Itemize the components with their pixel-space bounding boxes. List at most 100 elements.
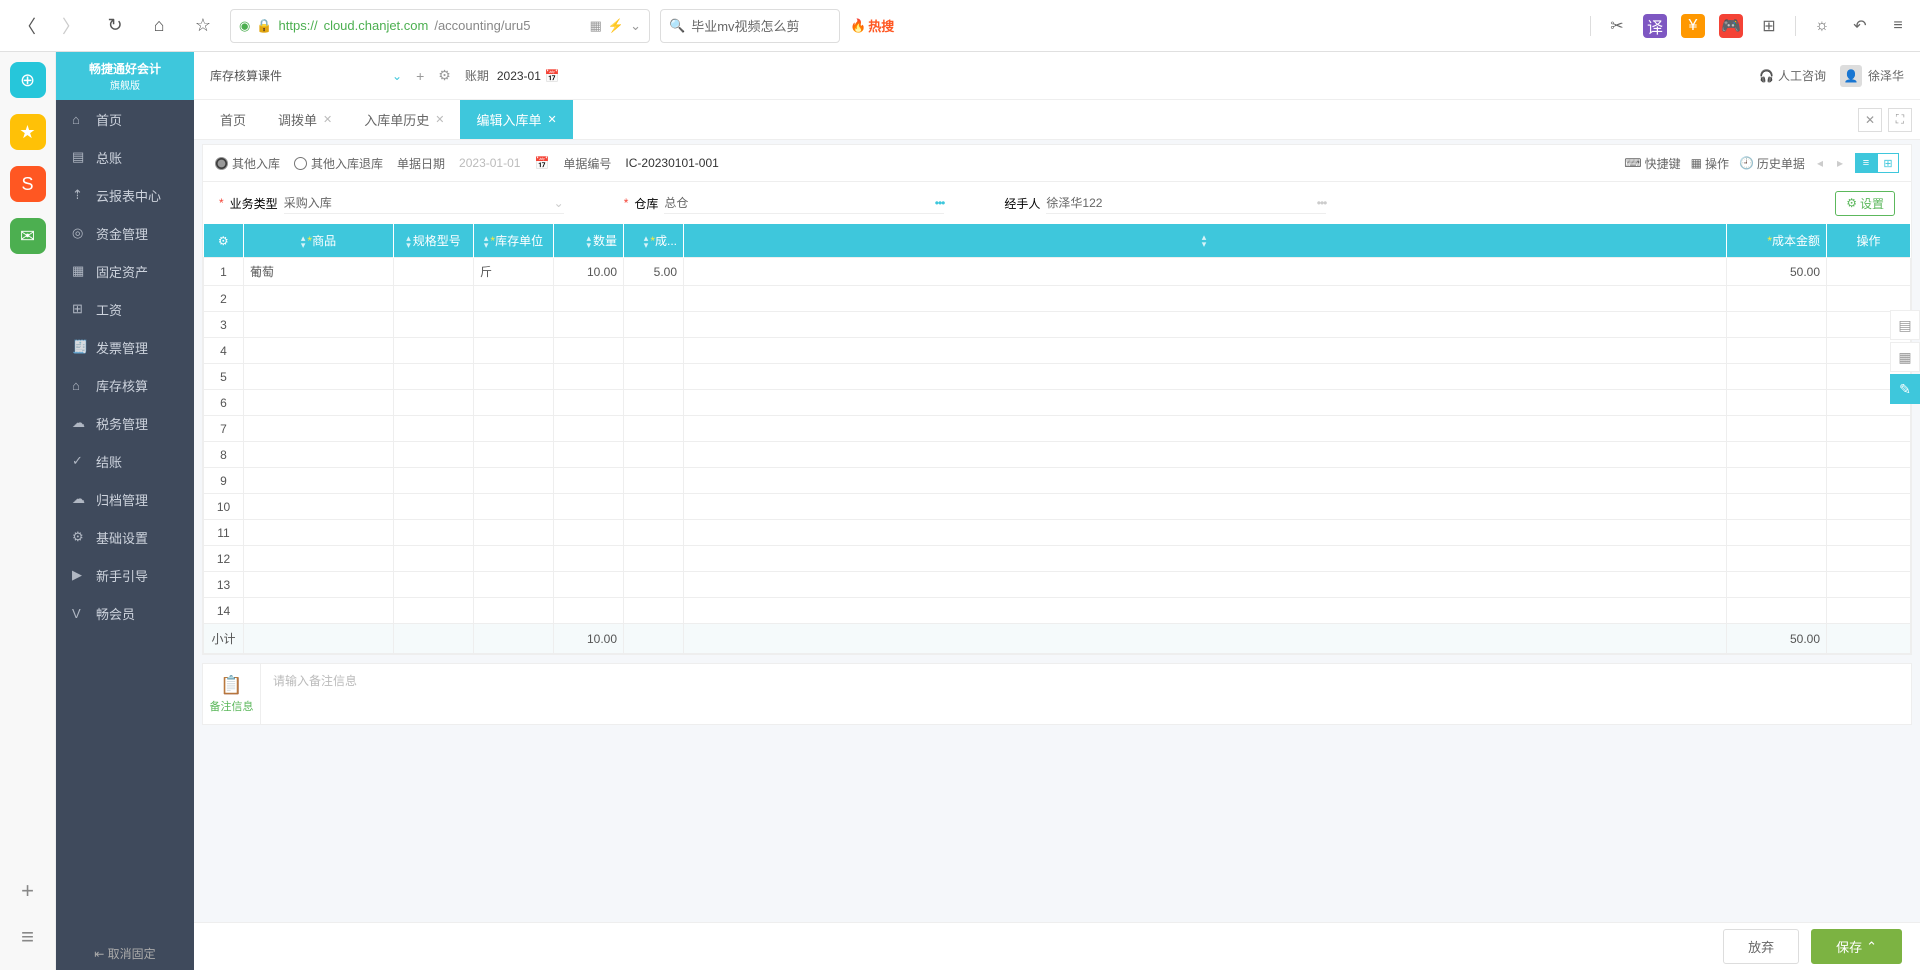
sidebar-item[interactable]: ☁税务管理 — [56, 404, 194, 442]
os-app-weibo[interactable]: S — [10, 166, 46, 202]
save-button[interactable]: 保存⌃ — [1811, 929, 1902, 964]
table-row-empty[interactable]: 3 — [204, 312, 1911, 338]
col-product[interactable]: ▴▾*商品 — [244, 224, 394, 258]
menu-icon: 🧾 — [72, 339, 86, 355]
col-spec[interactable]: ▴▾规格型号 — [394, 224, 474, 258]
remark-input[interactable]: 请输入备注信息 — [261, 664, 1911, 724]
menu-icon[interactable]: ≡ — [1886, 14, 1910, 38]
rail-item-1[interactable]: ▤ — [1890, 310, 1920, 340]
table-row-empty[interactable]: 6 — [204, 390, 1911, 416]
file-selector[interactable]: 库存核算课件 — [210, 67, 282, 84]
gear-icon[interactable]: ⚙ — [438, 67, 451, 84]
table-row-empty[interactable]: 12 — [204, 546, 1911, 572]
table-row-empty[interactable]: 2 — [204, 286, 1911, 312]
table-row-empty[interactable]: 4 — [204, 338, 1911, 364]
table-row-empty[interactable]: 10 — [204, 494, 1911, 520]
shortcut-link[interactable]: ⌨快捷键 — [1624, 155, 1680, 172]
sidebar-item[interactable]: ⚙基础设置 — [56, 518, 194, 556]
radio-other-return[interactable]: 其他入库退库 — [294, 155, 383, 172]
table-row-empty[interactable]: 13 — [204, 572, 1911, 598]
view-list[interactable]: ≡ — [1855, 153, 1877, 173]
list-icon[interactable]: ≡ — [21, 924, 34, 950]
user-menu[interactable]: 👤 徐泽华 — [1840, 65, 1904, 87]
hot-search-badge[interactable]: 🔥 热搜 — [850, 16, 894, 35]
calendar-icon[interactable]: 📅 — [534, 156, 549, 170]
forward-button[interactable]: 〉 — [54, 9, 88, 43]
table-row-empty[interactable]: 11 — [204, 520, 1911, 546]
col-blank[interactable]: ▴▾ — [684, 224, 1727, 258]
prev-doc-button[interactable]: ◂ — [1815, 156, 1825, 170]
sidebar-item[interactable]: ⌂库存核算 — [56, 366, 194, 404]
sidebar-item[interactable]: ⌂首页 — [56, 100, 194, 138]
rail-item-3[interactable]: ✎ — [1890, 374, 1920, 404]
tab[interactable]: 首页 — [204, 100, 262, 139]
sidebar-item[interactable]: ☁归档管理 — [56, 480, 194, 518]
url-bar[interactable]: ◉ 🔒 https://cloud.chanjet.com/accounting… — [230, 9, 650, 43]
expand-button[interactable]: ⛶ — [1888, 108, 1912, 132]
sidebar-item[interactable]: ⊞工资 — [56, 290, 194, 328]
rail-item-2[interactable]: ▦ — [1890, 342, 1920, 372]
qr-icon[interactable]: ▦ — [590, 18, 602, 34]
apps-icon[interactable]: ⊞ — [1757, 14, 1781, 38]
wallet-icon[interactable]: ¥ — [1681, 14, 1705, 38]
chevron-down-icon[interactable]: ⌄ — [392, 69, 402, 83]
sidebar-item[interactable]: 🧾发票管理 — [56, 328, 194, 366]
period-value[interactable]: 2023-01 — [497, 69, 541, 83]
game-icon[interactable]: 🎮 — [1719, 14, 1743, 38]
sidebar-item[interactable]: ▦固定资产 — [56, 252, 194, 290]
table-row-empty[interactable]: 8 — [204, 442, 1911, 468]
sidebar-item[interactable]: ⇡云报表中心 — [56, 176, 194, 214]
translate-icon[interactable]: 译 — [1643, 14, 1667, 38]
table-row-empty[interactable]: 7 — [204, 416, 1911, 442]
scissors-icon[interactable]: ✂ — [1605, 14, 1629, 38]
settings-button[interactable]: ⚙设置 — [1835, 191, 1895, 216]
tab[interactable]: 编辑入库单✕ — [460, 100, 572, 139]
consult-link[interactable]: 🎧 人工咨询 — [1759, 67, 1826, 84]
table-row[interactable]: 1葡萄斤10.005.0050.00 — [204, 258, 1911, 286]
favorite-button[interactable]: ☆ — [186, 9, 220, 43]
close-icon[interactable]: ✕ — [548, 113, 557, 126]
biz-type-field[interactable]: *业务类型 采购入库⌄ — [219, 192, 564, 214]
chevron-down-icon[interactable]: ⌄ — [630, 18, 641, 34]
radio-other-in[interactable]: 其他入库 — [215, 155, 280, 172]
brightness-icon[interactable]: ☼ — [1810, 14, 1834, 38]
col-unit[interactable]: ▴▾*库存单位 — [474, 224, 554, 258]
view-grid[interactable]: ⊞ — [1877, 153, 1899, 173]
discard-button[interactable]: 放弃 — [1723, 929, 1799, 964]
sidebar-item[interactable]: V畅会员 — [56, 594, 194, 632]
reload-button[interactable]: ↻ — [98, 9, 132, 43]
sidebar-item[interactable]: ▤总账 — [56, 138, 194, 176]
close-tabs-button[interactable]: ✕ — [1858, 108, 1882, 132]
plus-icon[interactable]: + — [416, 68, 424, 84]
history-link[interactable]: 🕘历史单据 — [1739, 155, 1805, 172]
tab[interactable]: 调拨单✕ — [262, 100, 348, 139]
os-app-mail[interactable]: ✉ — [10, 218, 46, 254]
sidebar-item[interactable]: ▶新手引导 — [56, 556, 194, 594]
back-button[interactable]: 〈 — [10, 9, 44, 43]
table-row-empty[interactable]: 14 — [204, 598, 1911, 624]
close-icon[interactable]: ✕ — [323, 113, 332, 126]
close-icon[interactable]: ✕ — [435, 113, 444, 126]
sidebar-item[interactable]: ◎资金管理 — [56, 214, 194, 252]
col-qty[interactable]: ▴▾数量 — [554, 224, 624, 258]
flash-icon[interactable]: ⚡ — [608, 18, 624, 34]
col-cost[interactable]: ▴▾*成... — [624, 224, 684, 258]
sidebar-item[interactable]: ✓结账 — [56, 442, 194, 480]
table-row-empty[interactable]: 5 — [204, 364, 1911, 390]
os-app-1[interactable]: ⊕ — [10, 62, 46, 98]
os-app-2[interactable]: ★ — [10, 114, 46, 150]
search-input[interactable]: 🔍 毕业mv视频怎么剪 — [660, 9, 840, 43]
undo-icon[interactable]: ↶ — [1848, 14, 1872, 38]
home-button[interactable]: ⌂ — [142, 9, 176, 43]
ops-link[interactable]: ▦操作 — [1691, 155, 1729, 172]
warehouse-field[interactable]: *仓库 总仓••• — [624, 192, 945, 214]
handler-field[interactable]: 经手人 徐泽华122••• — [1004, 192, 1326, 214]
col-gear[interactable]: ⚙ — [204, 224, 244, 258]
table-row-empty[interactable]: 9 — [204, 468, 1911, 494]
calendar-icon[interactable]: 📅 — [545, 69, 560, 83]
add-icon[interactable]: + — [21, 878, 34, 904]
tab[interactable]: 入库单历史✕ — [348, 100, 460, 139]
next-doc-button[interactable]: ▸ — [1835, 156, 1845, 170]
pin-toggle[interactable]: ⇤ 取消固定 — [56, 945, 194, 962]
date-value[interactable]: 2023-01-01 — [459, 156, 520, 170]
